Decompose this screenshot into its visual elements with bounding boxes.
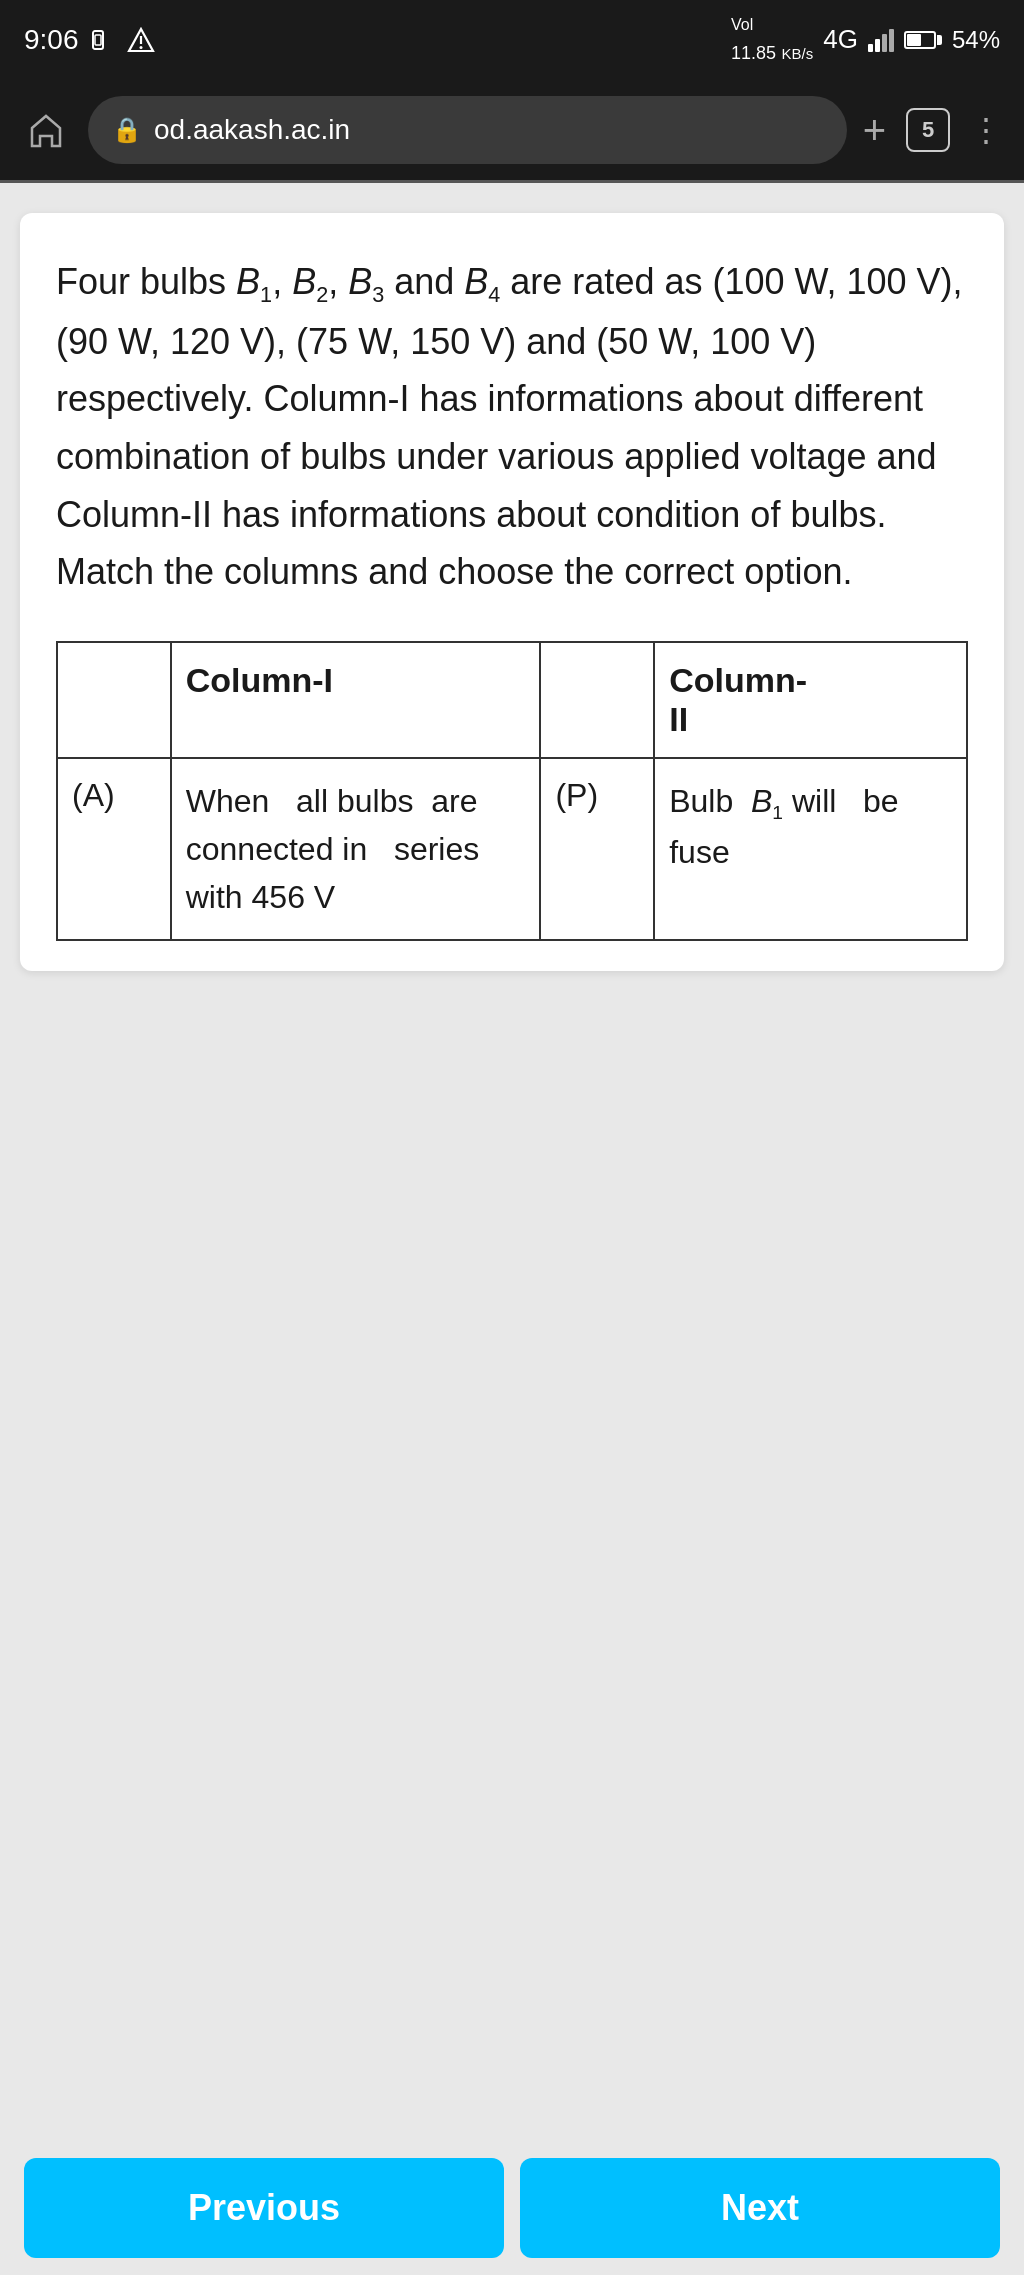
sim-icon (91, 29, 119, 51)
table-header-empty2 (540, 642, 654, 758)
tabs-count: 5 (922, 117, 934, 143)
lock-icon: 🔒 (112, 116, 142, 144)
row-col1-content: When all bulbs are connected in series w… (171, 758, 541, 940)
table-header-empty (57, 642, 171, 758)
table-row: (A) When all bulbs are connected in seri… (57, 758, 967, 940)
question-text: Four bulbs B1, B2, B3 and B4 are rated a… (56, 253, 968, 601)
network-speed: Vol 11.85 KB/s (731, 16, 813, 64)
svg-point-3 (139, 46, 142, 49)
question-card: Four bulbs B1, B2, B3 and B4 are rated a… (20, 213, 1004, 971)
address-bar[interactable]: 🔒 od.aakash.ac.in (88, 96, 847, 164)
menu-button[interactable]: ⋮ (970, 111, 1004, 149)
status-time: 9:06 (24, 24, 79, 56)
bottom-navigation: Previous Next (0, 2138, 1024, 2275)
battery-percent: 54% (952, 26, 1000, 54)
table-header-col2: Column-II (654, 642, 967, 758)
table-header-col1: Column-I (171, 642, 541, 758)
status-bar: 9:06 Vol 11.85 KB/s 4G (0, 0, 1024, 80)
url-text: od.aakash.ac.in (154, 114, 350, 146)
match-table: Column-I Column-II (A) When all bulbs ar… (56, 641, 968, 941)
previous-button[interactable]: Previous (24, 2158, 504, 2258)
browser-bar: 🔒 od.aakash.ac.in + 5 ⋮ (0, 80, 1024, 180)
generation-label: 4G (823, 24, 858, 55)
signal-strength (868, 28, 894, 52)
row-label-P: (P) (540, 758, 654, 940)
battery-indicator (904, 31, 942, 49)
main-content: Four bulbs B1, B2, B3 and B4 are rated a… (0, 183, 1024, 2138)
row-label-A: (A) (57, 758, 171, 940)
alert-icon (127, 27, 155, 53)
home-button[interactable] (20, 104, 72, 156)
home-icon (26, 110, 66, 150)
next-button[interactable]: Next (520, 2158, 1000, 2258)
tabs-count-button[interactable]: 5 (906, 108, 950, 152)
row-col2-content: Bulb B1 will be fuse (654, 758, 967, 940)
svg-rect-1 (95, 35, 101, 45)
new-tab-button[interactable]: + (863, 108, 886, 153)
